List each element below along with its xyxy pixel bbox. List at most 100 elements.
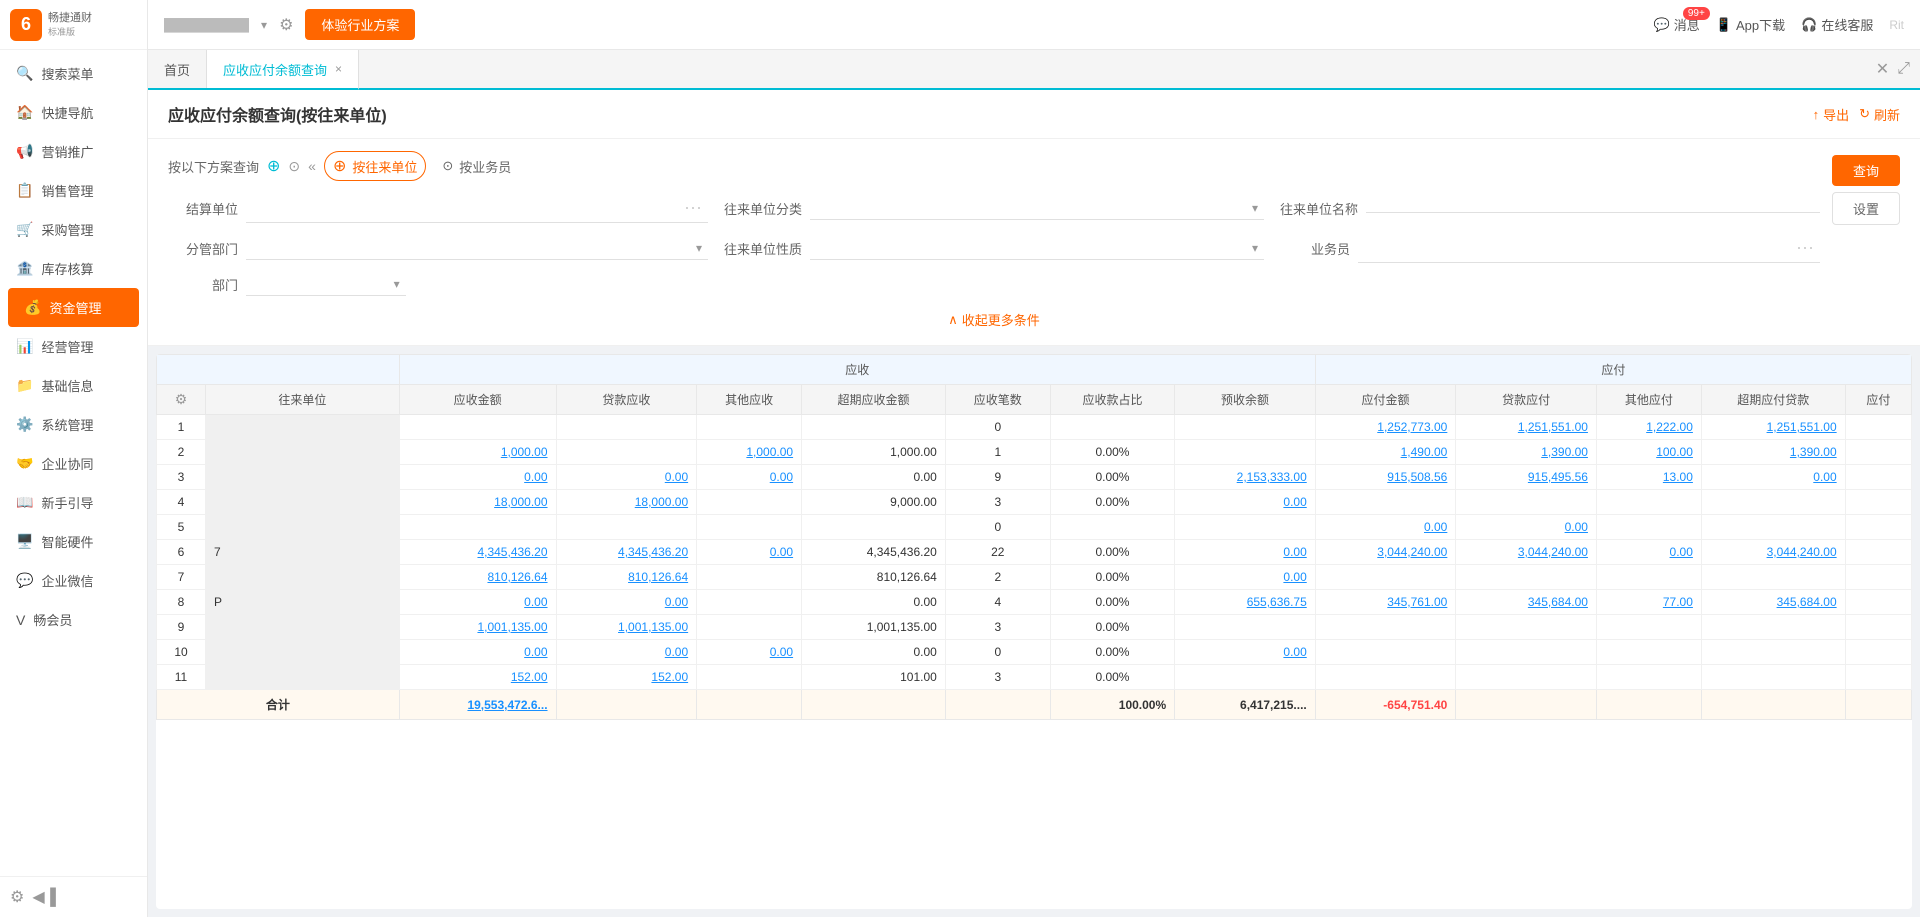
total-loan-ar <box>556 690 697 720</box>
collapse-sidebar-icon[interactable]: ◀▐ <box>32 887 56 907</box>
query-button[interactable]: 查询 <box>1832 155 1900 186</box>
export-button[interactable]: ↑ 导出 <box>1813 105 1850 124</box>
msg-badge: 99+ <box>1683 7 1710 20</box>
brand-info: 畅捷通财 标准版 <box>48 11 92 38</box>
total-prepay: 6,417,215.... <box>1175 690 1316 720</box>
collapse-icon: ∧ <box>948 312 958 328</box>
solution-button[interactable]: 体验行业方案 <box>305 9 415 40</box>
unit-nature-select[interactable]: ▾ <box>810 237 1264 260</box>
sidebar-label-2: 营销推广 <box>41 142 93 161</box>
sidebar-item-3[interactable]: 📋销售管理 <box>0 171 147 210</box>
filter-unit-name-label: 往来单位名称 <box>1280 199 1358 218</box>
filter-settlement-unit: 结算单位 ··· <box>168 193 708 223</box>
scheme-option-unit-icon: ⊕ <box>333 156 346 176</box>
unit-category-select[interactable]: ▾ <box>810 197 1264 220</box>
sidebar-item-13[interactable]: 💬企业微信 <box>0 561 147 600</box>
collapse-more-button[interactable]: ∧ 收起更多条件 <box>168 306 1820 333</box>
staff-input[interactable]: ··· <box>1358 233 1820 263</box>
header-dropdown-icon[interactable]: ▾ <box>261 18 267 32</box>
filter-dept: 分管部门 ▾ <box>168 237 708 260</box>
app-download-button[interactable]: 📱 App下载 <box>1716 15 1785 34</box>
logo-icon: 6 <box>10 9 42 41</box>
service-button[interactable]: 🎧 在线客服 <box>1801 15 1873 34</box>
table-row: 500.000.00 <box>157 515 1912 540</box>
filter-department-label: 部门 <box>168 275 238 294</box>
header-gear-icon[interactable]: ⚙ <box>279 15 293 35</box>
sidebar-item-5[interactable]: 🏦库存核算 <box>0 249 147 288</box>
tab-close-window-icon[interactable]: ✕ <box>1876 59 1889 79</box>
staff-dots-icon[interactable]: ··· <box>1796 237 1814 258</box>
sidebar-icon-4: 🛒 <box>16 221 33 238</box>
total-overdue-ap <box>1701 690 1845 720</box>
filter-row-2: 分管部门 ▾ 往来单位性质 ▾ 业务员 ··· <box>168 233 1820 263</box>
table-footer: 合计 19,553,472.6... 100.00% 6,417,215....… <box>157 690 1912 720</box>
msg-button[interactable]: 💬 消息 99+ <box>1654 15 1700 34</box>
settlement-input[interactable]: ··· <box>246 193 708 223</box>
sidebar-item-7[interactable]: 📊经营管理 <box>0 327 147 366</box>
sidebar-item-1[interactable]: 🏠快捷导航 <box>0 93 147 132</box>
sidebar-item-14[interactable]: V畅会员 <box>0 600 147 639</box>
sidebar-item-11[interactable]: 📖新手引导 <box>0 483 147 522</box>
col-no: ⚙ <box>157 385 206 415</box>
settlement-dots-icon[interactable]: ··· <box>684 197 702 218</box>
sidebar-item-2[interactable]: 📢营销推广 <box>0 132 147 171</box>
table-group-header-row: 应收 应付 <box>157 355 1912 385</box>
sidebar-item-10[interactable]: 🤝企业协同 <box>0 444 147 483</box>
tab-maximize-icon[interactable]: ⤢ <box>1897 60 1910 78</box>
sidebar-logo: 6 畅捷通财 标准版 <box>0 0 147 50</box>
tab-actions: ✕ ⤢ <box>1866 50 1920 88</box>
total-label: 合计 <box>157 690 400 720</box>
dept-select[interactable]: ▾ <box>246 237 708 260</box>
table-settings-icon[interactable]: ⚙ <box>175 391 188 407</box>
sidebar-item-12[interactable]: 🖥️智能硬件 <box>0 522 147 561</box>
sidebar-item-6[interactable]: 💰 资金管理 <box>8 288 139 327</box>
scheme-option-staff[interactable]: ⊙ 按业务员 <box>434 153 519 180</box>
table-row: 101,252,773.001,251,551.001,222.001,251,… <box>157 415 1912 440</box>
service-label: 在线客服 <box>1821 15 1873 34</box>
table-body: 101,252,773.001,251,551.001,222.001,251,… <box>157 415 1912 690</box>
col-group-ar: 应收 <box>399 355 1315 385</box>
filter-unit-nature-label: 往来单位性质 <box>724 239 802 258</box>
tab-ar-query[interactable]: 应收应付余额查询 × <box>207 50 359 90</box>
total-loan-ap <box>1456 690 1597 720</box>
user-info[interactable]: Rit <box>1889 18 1904 32</box>
total-other-ap <box>1596 690 1701 720</box>
header-right: 💬 消息 99+ 📱 App下载 🎧 在线客服 Rit <box>1654 15 1904 34</box>
sidebar-icon-6: 💰 <box>24 299 41 316</box>
unit-name-input[interactable] <box>1366 204 1820 213</box>
scheme-add-icon[interactable]: ⊕ <box>267 156 280 176</box>
scheme-option-unit[interactable]: ⊕ 按往来单位 <box>324 151 426 181</box>
tab-close-icon[interactable]: × <box>335 62 342 76</box>
tab-home[interactable]: 首页 <box>148 50 207 88</box>
scheme-collapse-icon[interactable]: « <box>308 158 316 174</box>
msg-icon: 💬 <box>1654 17 1670 33</box>
table-row: 418,000.0018,000.009,000.0030.00%0.00 <box>157 490 1912 515</box>
tab-bar: 首页 应收应付余额查询 × ✕ ⤢ <box>148 50 1920 90</box>
table-row: 7810,126.64810,126.64810,126.6420.00%0.0… <box>157 565 1912 590</box>
sidebar-label-6: 资金管理 <box>49 298 101 317</box>
sidebar-icon-9: ⚙️ <box>16 416 33 433</box>
col-ar-amount: 应收金额 <box>399 385 556 415</box>
sidebar-icon-0: 🔍 <box>16 65 33 82</box>
setting-button[interactable]: 设置 <box>1832 192 1900 225</box>
service-icon: 🎧 <box>1801 17 1817 33</box>
department-select[interactable]: ▾ <box>246 273 406 296</box>
sidebar-item-4[interactable]: 🛒采购管理 <box>0 210 147 249</box>
sidebar-item-9[interactable]: ⚙️系统管理 <box>0 405 147 444</box>
unit-category-arrow-icon: ▾ <box>1252 201 1258 215</box>
col-ap2: 应付 <box>1845 385 1911 415</box>
refresh-button[interactable]: ↻ 刷新 <box>1859 105 1900 124</box>
unit-nature-arrow-icon: ▾ <box>1252 241 1258 255</box>
settings-footer-icon[interactable]: ⚙ <box>10 887 24 907</box>
refresh-icon: ↻ <box>1859 106 1870 122</box>
table-total-row: 合计 19,553,472.6... 100.00% 6,417,215....… <box>157 690 1912 720</box>
scheme-settings-icon[interactable]: ⊙ <box>288 158 300 175</box>
sidebar-label-14: 畅会员 <box>33 610 72 629</box>
col-ap-amount: 应付金额 <box>1315 385 1456 415</box>
sidebar-item-8[interactable]: 📁基础信息 <box>0 366 147 405</box>
col-other-ap: 其他应付 <box>1596 385 1701 415</box>
app-icon: 📱 <box>1716 17 1732 33</box>
table-row: 8P0.000.000.0040.00%655,636.75345,761.00… <box>157 590 1912 615</box>
sidebar-item-0[interactable]: 🔍搜索菜单 <box>0 54 147 93</box>
filter-staff: 业务员 ··· <box>1280 233 1820 263</box>
